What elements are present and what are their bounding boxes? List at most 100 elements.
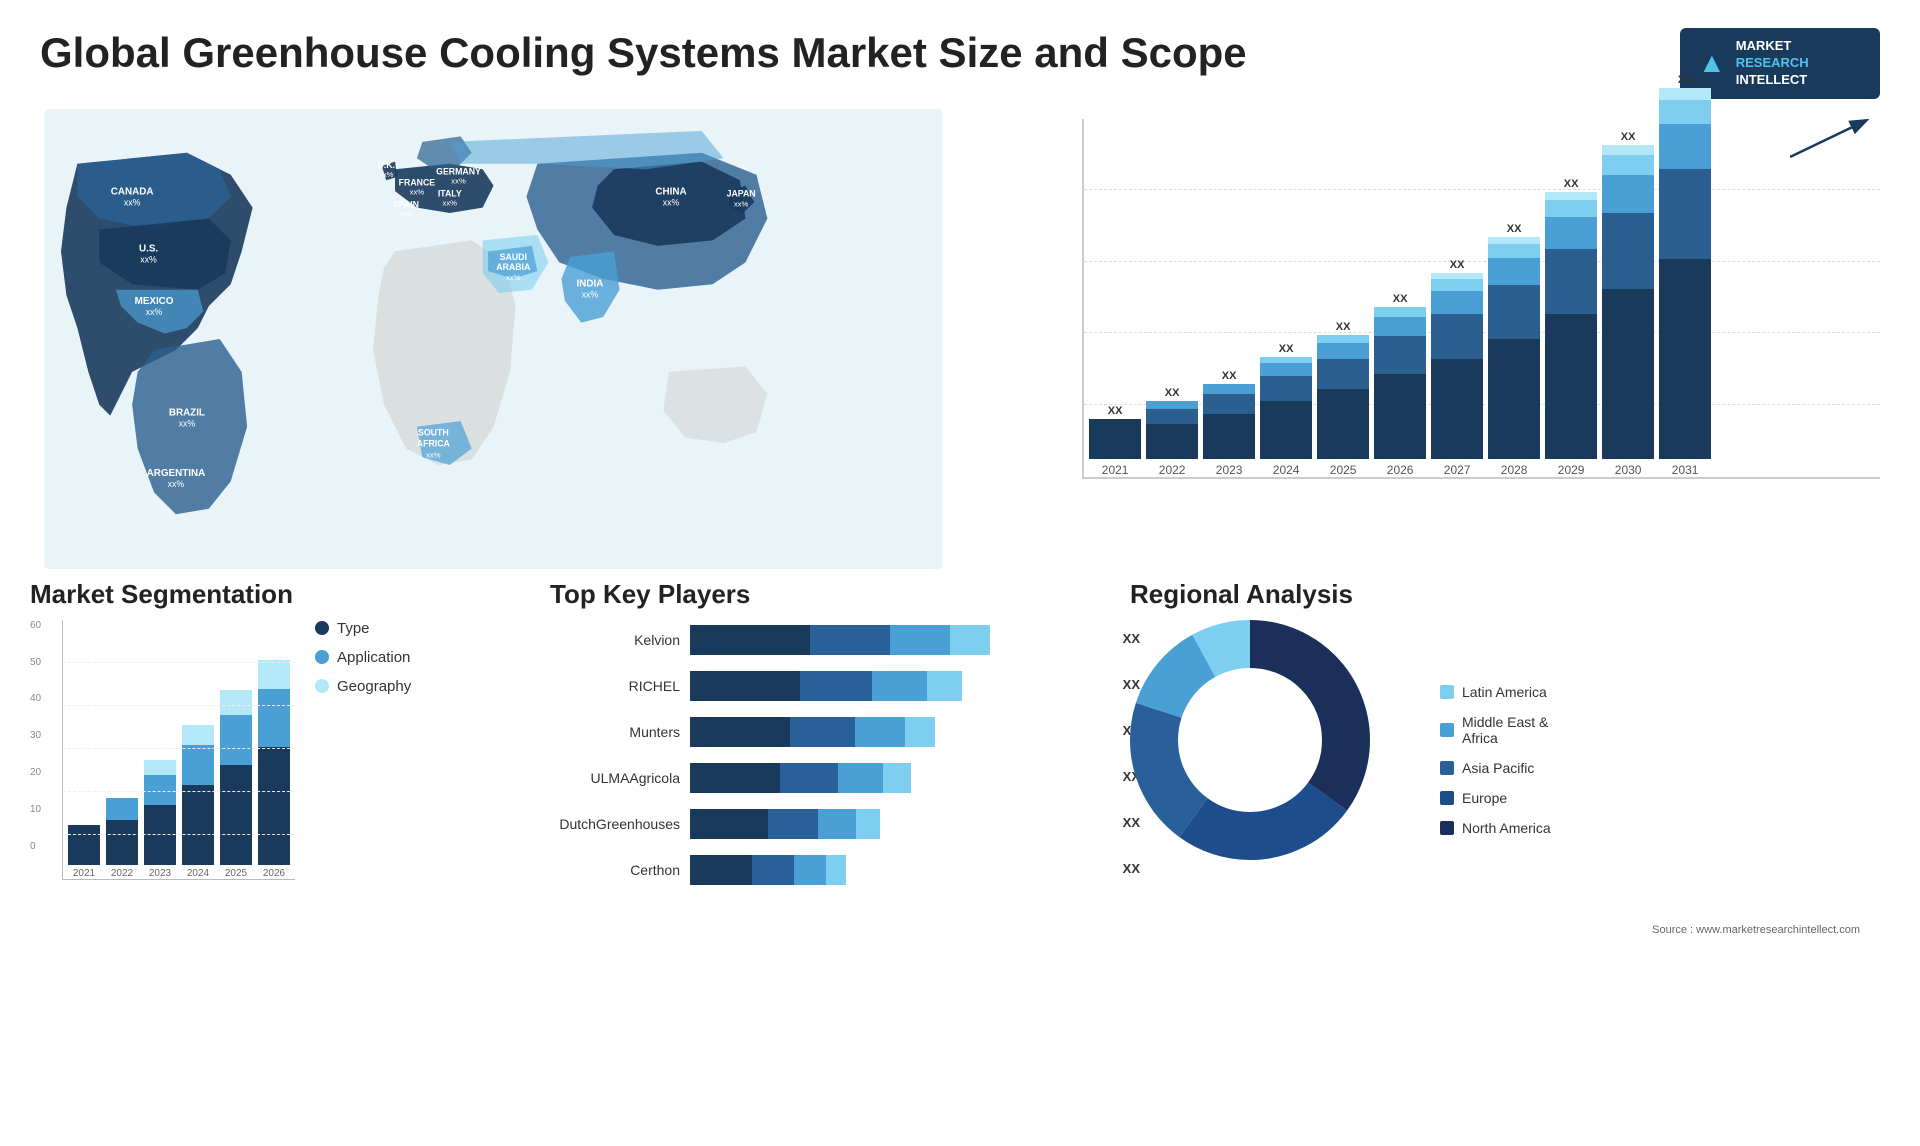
player-bar-dutch: XX	[690, 809, 1110, 839]
svg-text:xx%: xx%	[399, 209, 414, 218]
player-bar-ulma: XX	[690, 763, 1110, 793]
bar-2029: XX 2029	[1545, 178, 1597, 477]
bar-xx-2025: XX	[1336, 321, 1351, 333]
player-ulma: ULMAAgricola XX	[550, 763, 1110, 793]
seg-legend: Type Application Geography	[315, 620, 411, 695]
bar-2025: XX 2025	[1317, 321, 1369, 477]
svg-text:xx%: xx%	[168, 479, 185, 489]
dot-latin-america	[1440, 685, 1454, 699]
player-dutch: DutchGreenhouses XX	[550, 809, 1110, 839]
svg-text:xx%: xx%	[140, 254, 157, 264]
svg-text:xx%: xx%	[451, 176, 466, 185]
svg-text:xx%: xx%	[146, 307, 163, 317]
player-richel: RICHEL XX	[550, 671, 1110, 701]
player-name-certhon: Certhon	[550, 862, 680, 878]
svg-text:xx%: xx%	[506, 273, 521, 282]
player-bar-richel: XX	[690, 671, 1110, 701]
bar-2030: XX 2030	[1602, 131, 1654, 477]
svg-text:ARGENTINA: ARGENTINA	[147, 468, 206, 479]
logo-text: MARKETRESEARCHINTELLECT	[1736, 38, 1809, 89]
legend-latin-america: Latin America	[1440, 684, 1551, 700]
svg-text:xx%: xx%	[734, 199, 749, 208]
bar-xx-2030: XX	[1621, 131, 1636, 143]
legend-dot-geography	[315, 679, 329, 693]
svg-text:GERMANY: GERMANY	[436, 166, 481, 176]
player-name-ulma: ULMAAgricola	[550, 770, 680, 786]
svg-text:SAUDI: SAUDI	[500, 252, 527, 262]
donut-chart	[1130, 620, 1410, 900]
world-map-area: CANADA xx% U.S. xx% MEXICO xx% BRAZIL xx…	[30, 109, 957, 569]
bar-xx-2021: XX	[1108, 405, 1123, 417]
legend-asia-pacific: Asia Pacific	[1440, 760, 1551, 776]
legend-middle-east: Middle East &Africa	[1440, 714, 1551, 746]
svg-text:xx%: xx%	[179, 418, 196, 428]
bar-xx-2026: XX	[1393, 293, 1408, 305]
bar-2021: XX 2021	[1089, 405, 1141, 477]
legend-label-geography: Geography	[337, 678, 411, 695]
label-latin-america: Latin America	[1462, 684, 1547, 700]
legend-application: Application	[315, 649, 411, 666]
svg-text:SPAIN: SPAIN	[393, 199, 419, 209]
legend-label-type: Type	[337, 620, 370, 637]
legend-dot-application	[315, 650, 329, 664]
player-kelvion: Kelvion XX	[550, 625, 1110, 655]
player-bar-munters: XX	[690, 717, 1110, 747]
svg-text:BRAZIL: BRAZIL	[169, 407, 205, 418]
players-title: Top Key Players	[550, 579, 1110, 610]
svg-text:xx%: xx%	[410, 187, 425, 196]
regional-title: Regional Analysis	[1130, 579, 1890, 610]
svg-text:SOUTH: SOUTH	[418, 427, 449, 437]
svg-text:ITALY: ITALY	[438, 188, 462, 198]
source-text: Source : www.marketresearchintellect.com	[1652, 924, 1880, 941]
svg-text:xx%: xx%	[443, 198, 458, 207]
seg-bar-2021: 2021	[68, 825, 100, 879]
svg-text:AFRICA: AFRICA	[417, 438, 451, 448]
segmentation-title: Market Segmentation	[30, 579, 530, 610]
bar-2026: XX 2026	[1374, 293, 1426, 477]
bar-2027: XX 2027	[1431, 259, 1483, 477]
svg-text:FRANCE: FRANCE	[399, 177, 436, 187]
page-title: Global Greenhouse Cooling Systems Market…	[40, 28, 1247, 78]
market-segmentation-section: Market Segmentation 0 10 20 30 40 50 60	[30, 579, 530, 1059]
regional-analysis-section: Regional Analysis	[1130, 579, 1890, 1059]
bar-2023: XX 2023	[1203, 370, 1255, 477]
bar-chart-area: XX 2021 XX 2022	[977, 109, 1890, 569]
top-row: CANADA xx% U.S. xx% MEXICO xx% BRAZIL xx…	[0, 109, 1920, 569]
player-certhon: Certhon XX	[550, 855, 1110, 885]
svg-text:ARABIA: ARABIA	[496, 262, 531, 272]
svg-text:xx%: xx%	[663, 197, 680, 207]
player-name-munters: Munters	[550, 724, 680, 740]
label-europe: Europe	[1462, 790, 1507, 806]
legend-north-america: North America	[1440, 820, 1551, 836]
seg-bar-2022: 2022	[106, 798, 138, 879]
player-name-dutch: DutchGreenhouses	[550, 816, 680, 832]
label-north-america: North America	[1462, 820, 1551, 836]
svg-text:xx%: xx%	[582, 289, 599, 299]
svg-text:U.K.: U.K.	[377, 160, 395, 170]
players-list: Kelvion XX RICHEL	[550, 625, 1110, 885]
bar-2024: XX 2024	[1260, 343, 1312, 477]
legend-dot-type	[315, 621, 329, 635]
dot-asia-pacific	[1440, 761, 1454, 775]
legend-europe: Europe	[1440, 790, 1551, 806]
regional-legend: Latin America Middle East &Africa Asia P…	[1440, 684, 1551, 836]
key-players-section: Top Key Players Kelvion XX R	[550, 579, 1110, 1059]
seg-bar-2023: 2023	[144, 760, 176, 879]
bar-xx-2028: XX	[1507, 223, 1522, 235]
player-name-kelvion: Kelvion	[550, 632, 680, 648]
player-bar-certhon: XX	[690, 855, 1110, 885]
seg-bar-2026: 2026	[258, 660, 290, 879]
player-munters: Munters XX	[550, 717, 1110, 747]
svg-text:xx%: xx%	[124, 197, 141, 207]
svg-text:MEXICO: MEXICO	[135, 296, 174, 307]
bar-chart-wrapper: XX 2021 XX 2022	[1037, 119, 1880, 479]
bar-2031: XX 2031	[1659, 74, 1711, 477]
svg-text:xx%: xx%	[379, 170, 394, 179]
svg-text:CHINA: CHINA	[655, 186, 686, 197]
regional-content: Latin America Middle East &Africa Asia P…	[1130, 620, 1890, 900]
bar-xx-2024: XX	[1279, 343, 1294, 355]
bar-xx-2023: XX	[1222, 370, 1237, 382]
svg-text:CANADA: CANADA	[111, 186, 154, 197]
bar-xx-2031: XX	[1678, 74, 1693, 86]
svg-text:INDIA: INDIA	[577, 278, 604, 289]
